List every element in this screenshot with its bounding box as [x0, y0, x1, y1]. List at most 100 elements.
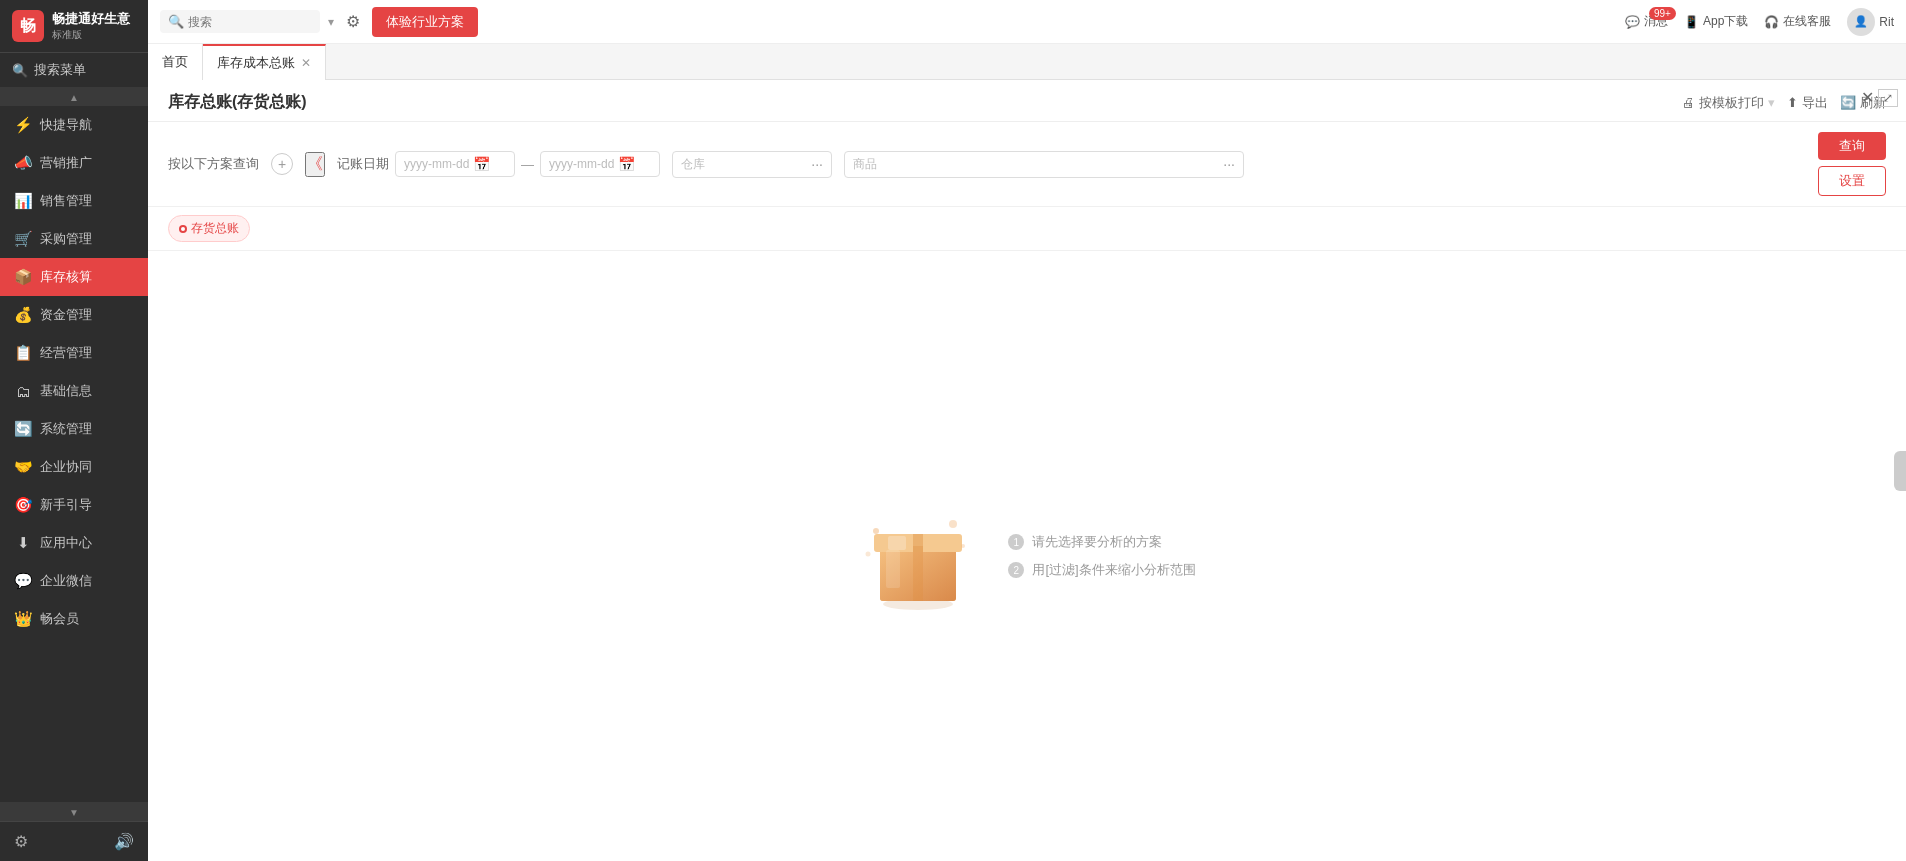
sidebar-item-base-info[interactable]: 🗂 基础信息 — [0, 372, 148, 410]
sidebar-item-newbie[interactable]: 🎯 新手引导 — [0, 486, 148, 524]
sidebar: 畅 畅捷通好生意 标准版 🔍 搜索菜单 ▲ ⚡ 快捷导航 📣 营销推广 📊 销售… — [0, 0, 148, 861]
topbar-search-input[interactable] — [188, 15, 268, 29]
svg-point-8 — [873, 528, 879, 534]
sidebar-item-purchase[interactable]: 🛒 采购管理 — [0, 220, 148, 258]
topbar-dropdown-icon[interactable]: ▾ — [328, 15, 334, 29]
sidebar-item-label: 系统管理 — [40, 420, 92, 438]
print-btn[interactable]: 🖨 按模板打印 ▾ — [1682, 94, 1775, 112]
topbar: 🔍 ▾ ⚙ 体验行业方案 💬 消息 99+ 📱 App下载 🎧 在线客服 — [148, 0, 1906, 44]
right-panel-tab[interactable] — [1894, 451, 1906, 491]
sidebar-item-sales[interactable]: 📊 销售管理 — [0, 182, 148, 220]
sidebar-item-marketing[interactable]: 📣 营销推广 — [0, 144, 148, 182]
sidebar-search-label: 搜索菜单 — [34, 61, 86, 79]
svg-point-9 — [949, 520, 957, 528]
sidebar-item-wechat[interactable]: 💬 企业微信 — [0, 562, 148, 600]
footer-audio-icon[interactable]: 🔊 — [114, 832, 134, 851]
sidebar-item-finance[interactable]: 💰 资金管理 — [0, 296, 148, 334]
sidebar-item-label: 营销推广 — [40, 154, 92, 172]
member-icon: 👑 — [14, 610, 32, 628]
logo-icon: 畅 — [12, 10, 44, 42]
app-download-action[interactable]: 📱 App下载 — [1684, 13, 1748, 30]
logo-text: 畅捷通好生意 标准版 — [52, 11, 130, 41]
main-area: 🔍 ▾ ⚙ 体验行业方案 💬 消息 99+ 📱 App下载 🎧 在线客服 — [148, 0, 1906, 861]
page-header-actions: 🖨 按模板打印 ▾ ⬆ 导出 🔄 刷新 — [1682, 94, 1886, 112]
scroll-down-btn[interactable]: ▼ — [0, 802, 148, 821]
svg-rect-6 — [913, 546, 923, 601]
date-from-placeholder: yyyy-mm-dd — [404, 157, 469, 171]
wechat-icon: 💬 — [14, 572, 32, 590]
query-btn[interactable]: 查询 — [1818, 132, 1886, 160]
sidebar-item-label: 资金管理 — [40, 306, 92, 324]
hint-num-2: 2 — [1008, 562, 1024, 578]
sidebar-nav-list: ⚡ 快捷导航 📣 营销推广 📊 销售管理 🛒 采购管理 📦 库存核算 💰 资金管… — [0, 106, 148, 802]
topbar-gear-icon[interactable]: ⚙ — [346, 12, 360, 31]
sidebar-item-label: 采购管理 — [40, 230, 92, 248]
sidebar-item-member[interactable]: 👑 畅会员 — [0, 600, 148, 638]
warehouse-placeholder: 仓库 — [681, 156, 705, 173]
operation-icon: 📋 — [14, 344, 32, 362]
tab-close-icon[interactable]: ✕ — [301, 56, 311, 70]
content-close-btn[interactable]: ✕ ⤢ — [1861, 88, 1898, 107]
warehouse-select[interactable]: 仓库 ··· — [672, 151, 832, 178]
industry-btn[interactable]: 体验行业方案 — [372, 7, 478, 37]
sidebar-item-quick-nav[interactable]: ⚡ 快捷导航 — [0, 106, 148, 144]
settings-btn[interactable]: 设置 — [1818, 166, 1886, 196]
sidebar-item-label: 销售管理 — [40, 192, 92, 210]
tab-inventory-cost[interactable]: 库存成本总账 ✕ — [203, 44, 326, 80]
date-from-input[interactable]: yyyy-mm-dd 📅 — [395, 151, 515, 177]
calendar-to-icon[interactable]: 📅 — [618, 156, 635, 172]
online-service-label: 在线客服 — [1783, 13, 1831, 30]
sales-icon: 📊 — [14, 192, 32, 210]
export-btn[interactable]: ⬆ 导出 — [1787, 94, 1828, 112]
edition-label: 标准版 — [52, 28, 130, 41]
empty-svg — [858, 496, 978, 616]
sidebar-item-label: 新手引导 — [40, 496, 92, 514]
marketing-icon: 📣 — [14, 154, 32, 172]
sidebar-item-inventory[interactable]: 📦 库存核算 — [0, 258, 148, 296]
app-download-label: App下载 — [1703, 13, 1748, 30]
tab-home[interactable]: 首页 — [148, 44, 203, 80]
refresh-icon: 🔄 — [1840, 95, 1856, 110]
base-info-icon: 🗂 — [14, 383, 32, 400]
svg-point-11 — [866, 552, 871, 557]
scheme-tag-label: 存货总账 — [191, 220, 239, 237]
sidebar-logo: 畅 畅捷通好生意 标准版 — [0, 0, 148, 53]
footer-settings-icon[interactable]: ⚙ — [14, 832, 28, 851]
hint-text-1: 请先选择要分析的方案 — [1032, 533, 1162, 551]
sidebar-search[interactable]: 🔍 搜索菜单 — [0, 53, 148, 87]
tabs-bar: 首页 库存成本总账 ✕ — [148, 44, 1906, 80]
sidebar-item-appstore[interactable]: ⬇ 应用中心 — [0, 524, 148, 562]
content-area: 库存总账(存货总账) 🖨 按模板打印 ▾ ⬆ 导出 🔄 刷新 ✕ ⤢ — [148, 80, 1906, 861]
print-dropdown-icon: ▾ — [1768, 95, 1775, 110]
svg-point-10 — [961, 544, 965, 548]
appstore-icon: ⬇ — [14, 534, 32, 552]
sidebar-item-operation[interactable]: 📋 经营管理 — [0, 334, 148, 372]
user-area[interactable]: 👤 Rit — [1847, 8, 1894, 36]
scroll-up-btn[interactable]: ▲ — [0, 87, 148, 106]
date-to-input[interactable]: yyyy-mm-dd 📅 — [540, 151, 660, 177]
online-service-action[interactable]: 🎧 在线客服 — [1764, 13, 1831, 30]
msg-badge: 99+ — [1649, 7, 1676, 20]
filter-collapse-btn[interactable]: 《 — [305, 152, 325, 177]
sidebar-item-system[interactable]: 🔄 系统管理 — [0, 410, 148, 448]
goods-select[interactable]: 商品 ··· — [844, 151, 1244, 178]
msg-action[interactable]: 💬 消息 99+ — [1625, 13, 1668, 30]
close-icon: ✕ — [1861, 88, 1874, 107]
tab-inventory-cost-label: 库存成本总账 — [217, 54, 295, 72]
page-header: 库存总账(存货总账) 🖨 按模板打印 ▾ ⬆ 导出 🔄 刷新 ✕ ⤢ — [148, 80, 1906, 122]
avatar: 👤 — [1847, 8, 1875, 36]
empty-text: 1 请先选择要分析的方案 2 用[过滤]条件来缩小分析范围 — [1008, 533, 1195, 579]
sidebar-item-label: 畅会员 — [40, 610, 79, 628]
filter-add-btn[interactable]: + — [271, 153, 293, 175]
sidebar-item-label: 应用中心 — [40, 534, 92, 552]
scheme-tag[interactable]: 存货总账 — [168, 215, 250, 242]
page-title: 库存总账(存货总账) — [168, 92, 307, 113]
svg-rect-7 — [886, 550, 900, 588]
print-icon: 🖨 — [1682, 95, 1695, 110]
topbar-search-area[interactable]: 🔍 — [160, 10, 320, 33]
topbar-search-icon: 🔍 — [168, 14, 184, 29]
empty-state: 1 请先选择要分析的方案 2 用[过滤]条件来缩小分析范围 — [148, 251, 1906, 861]
sidebar-item-cooperation[interactable]: 🤝 企业协同 — [0, 448, 148, 486]
goods-placeholder: 商品 — [853, 156, 877, 173]
calendar-from-icon[interactable]: 📅 — [473, 156, 490, 172]
